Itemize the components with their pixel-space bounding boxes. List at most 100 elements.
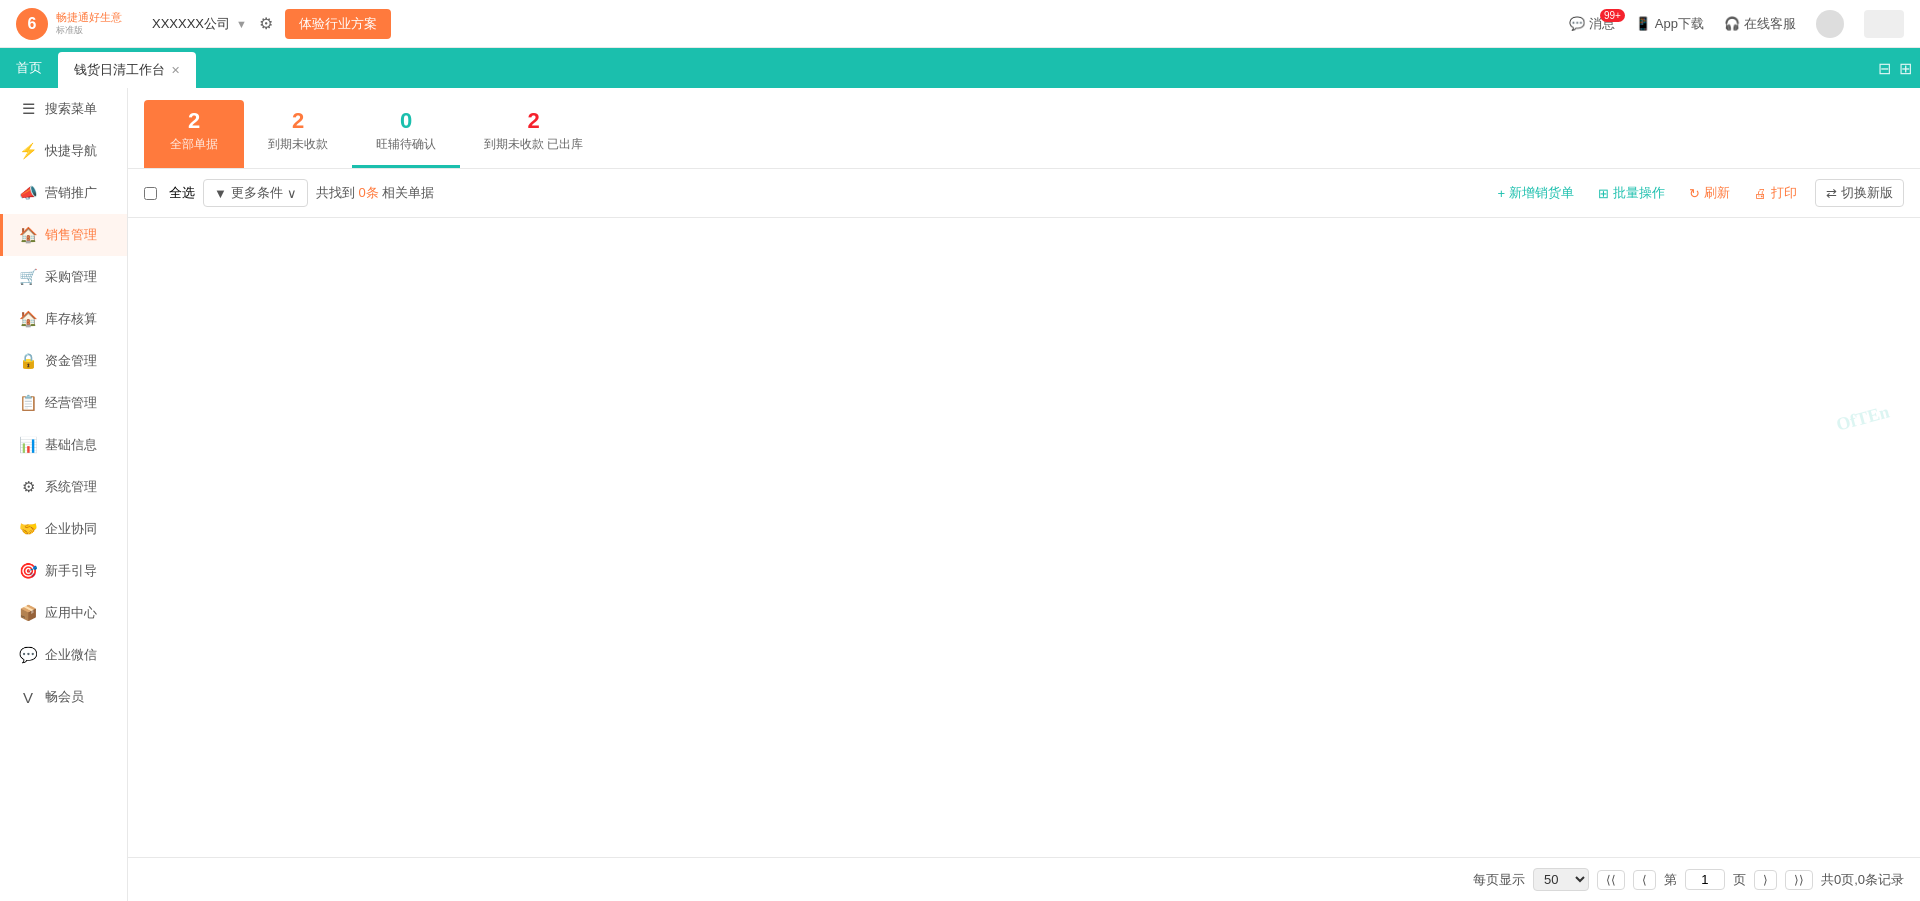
logo-text-area: 畅捷通好生意 标准版 [56, 10, 122, 37]
plus-icon: + [1497, 186, 1505, 201]
phone-icon: 📱 [1635, 16, 1651, 31]
app-download-action[interactable]: 📱 App下载 [1635, 15, 1704, 33]
switch-version-button[interactable]: ⇄ 切换新版 [1815, 179, 1904, 207]
logo-text: 畅捷通好生意 [56, 10, 122, 24]
settings-icon[interactable]: ⚙ [259, 14, 273, 33]
online-service-action[interactable]: 🎧 在线客服 [1724, 15, 1796, 33]
quick-nav-icon: ⚡ [19, 142, 37, 160]
first-page-button[interactable]: ⟨⟨ [1597, 870, 1625, 890]
sales-icon: 🏠 [19, 226, 37, 244]
found-text: 共找到 0条 相关单据 [316, 184, 434, 202]
service-icon: 🎧 [1724, 16, 1740, 31]
new-sale-button[interactable]: + 新增销货单 [1491, 180, 1580, 206]
sidebar-label-system: 系统管理 [45, 478, 97, 496]
messages-action[interactable]: 💬 消息 99+ [1569, 15, 1615, 33]
page-input[interactable] [1685, 869, 1725, 890]
stats-tab-pending[interactable]: 0 旺辅待确认 [352, 100, 460, 168]
filter-button[interactable]: ▼ 更多条件 ∨ [203, 179, 308, 207]
close-tab-icon[interactable]: ✕ [171, 64, 180, 77]
sidebar-label-operations: 经营管理 [45, 394, 97, 412]
basic-info-icon: 📊 [19, 436, 37, 454]
sidebar-item-operations[interactable]: 📋 经营管理 [0, 382, 127, 424]
last-page-button[interactable]: ⟩⟩ [1785, 870, 1813, 890]
sidebar-item-search-menu[interactable]: ☰ 搜索菜单 [0, 88, 127, 130]
batch-operation-button[interactable]: ⊞ 批量操作 [1592, 180, 1671, 206]
refresh-label: 刷新 [1704, 184, 1730, 202]
logo-area: 6 畅捷通好生意 标准版 [16, 8, 144, 40]
purchase-icon: 🛒 [19, 268, 37, 286]
company-selector[interactable]: XXXXXX公司 ▼ [152, 15, 247, 33]
sidebar-item-system[interactable]: ⚙ 系统管理 [0, 466, 127, 508]
sidebar-label-app-center: 应用中心 [45, 604, 97, 622]
print-label: 打印 [1771, 184, 1797, 202]
stats-tab-all[interactable]: 2 全部单据 [144, 100, 244, 168]
batch-label: 批量操作 [1613, 184, 1665, 202]
sidebar-item-member[interactable]: V 畅会员 [0, 676, 127, 718]
stats-tab-shipped[interactable]: 2 到期未收款 已出库 [460, 100, 607, 168]
print-button[interactable]: 🖨 打印 [1748, 180, 1803, 206]
top-header: 6 畅捷通好生意 标准版 XXXXXX公司 ▼ ⚙ 体验行业方案 💬 消息 99… [0, 0, 1920, 48]
member-icon: V [19, 689, 37, 706]
online-service-label: 在线客服 [1744, 15, 1796, 33]
new-sale-label: 新增销货单 [1509, 184, 1574, 202]
sidebar-item-inventory[interactable]: 🏠 库存核算 [0, 298, 127, 340]
sidebar-label-cooperation: 企业协同 [45, 520, 97, 538]
per-page-select[interactable]: 10 20 50 100 [1533, 868, 1589, 891]
tab-home[interactable]: 首页 [0, 48, 58, 88]
refresh-icon: ↻ [1689, 186, 1700, 201]
total-info: 共0页,0条记录 [1821, 871, 1904, 889]
page-label: 第 [1664, 871, 1677, 889]
sidebar-item-quick-nav[interactable]: ⚡ 快捷导航 [0, 130, 127, 172]
refresh-button[interactable]: ↻ 刷新 [1683, 180, 1736, 206]
stats-tabs: 2 全部单据 2 到期未收款 0 旺辅待确认 2 到期未收款 已出库 [128, 88, 1920, 169]
next-page-button[interactable]: ⟩ [1754, 870, 1777, 890]
stats-tab-overdue[interactable]: 2 到期未收款 [244, 100, 352, 168]
trial-button[interactable]: 体验行业方案 [285, 9, 391, 39]
prev-page-button[interactable]: ⟨ [1633, 870, 1656, 890]
cooperation-icon: 🤝 [19, 520, 37, 538]
tab-workbench[interactable]: 钱货日清工作台 ✕ [58, 52, 196, 88]
sidebar-label-sales: 销售管理 [45, 226, 97, 244]
toolbar: 全选 ▼ 更多条件 ∨ 共找到 0条 相关单据 + 新增销货单 ⊞ 批量操作 [128, 169, 1920, 218]
sidebar-item-sales[interactable]: 🏠 销售管理 [0, 214, 127, 256]
sidebar-item-wechat[interactable]: 💬 企业微信 [0, 634, 127, 676]
sidebar-item-finance[interactable]: 🔒 资金管理 [0, 340, 127, 382]
found-suffix: 相关单据 [382, 185, 434, 200]
operations-icon: 📋 [19, 394, 37, 412]
stats-pending-label: 旺辅待确认 [376, 136, 436, 153]
table-area: OfTEn [128, 218, 1920, 857]
app-center-icon: 📦 [19, 604, 37, 622]
sidebar-item-app-center[interactable]: 📦 应用中心 [0, 592, 127, 634]
switch-label: 切换新版 [1841, 184, 1893, 202]
sidebar-item-purchase[interactable]: 🛒 采购管理 [0, 256, 127, 298]
sidebar-item-cooperation[interactable]: 🤝 企业协同 [0, 508, 127, 550]
message-icon: 💬 [1569, 16, 1585, 31]
sidebar-item-basic-info[interactable]: 📊 基础信息 [0, 424, 127, 466]
stats-all-label: 全部单据 [170, 136, 218, 153]
pagination: 每页显示 10 20 50 100 ⟨⟨ ⟨ 第 页 ⟩ ⟩⟩ 共0页,0条记录 [128, 857, 1920, 901]
toolbar-right: + 新增销货单 ⊞ 批量操作 ↻ 刷新 🖨 打印 ⇄ 切换新版 [1491, 179, 1904, 207]
sidebar-label-guide: 新手引导 [45, 562, 97, 580]
search-menu-icon: ☰ [19, 100, 37, 118]
sidebar: ☰ 搜索菜单 ⚡ 快捷导航 📣 营销推广 🏠 销售管理 🛒 采购管理 🏠 库存核… [0, 88, 128, 901]
stats-overdue-label: 到期未收款 [268, 136, 328, 153]
inventory-icon: 🏠 [19, 310, 37, 328]
sidebar-label-finance: 资金管理 [45, 352, 97, 370]
select-all-checkbox[interactable] [144, 187, 157, 200]
filter-label: 更多条件 [231, 184, 283, 202]
minimize-icon[interactable]: ⊟ [1878, 59, 1891, 78]
batch-icon: ⊞ [1598, 186, 1609, 201]
stats-all-count: 2 [188, 108, 200, 134]
sidebar-label-basic-info: 基础信息 [45, 436, 97, 454]
found-prefix: 共找到 [316, 185, 355, 200]
maximize-icon[interactable]: ⊞ [1899, 59, 1912, 78]
avatar[interactable] [1816, 10, 1844, 38]
found-count: 0条 [359, 185, 379, 200]
messages-badge: 99+ [1600, 9, 1625, 22]
sidebar-label-member: 畅会员 [45, 688, 84, 706]
sidebar-item-guide[interactable]: 🎯 新手引导 [0, 550, 127, 592]
nav-tabs: 首页 钱货日清工作台 ✕ ⊟ ⊞ [0, 48, 1920, 88]
sidebar-item-marketing[interactable]: 📣 营销推广 [0, 172, 127, 214]
sidebar-label-search-menu: 搜索菜单 [45, 100, 97, 118]
main-layout: ☰ 搜索菜单 ⚡ 快捷导航 📣 营销推广 🏠 销售管理 🛒 采购管理 🏠 库存核… [0, 88, 1920, 901]
